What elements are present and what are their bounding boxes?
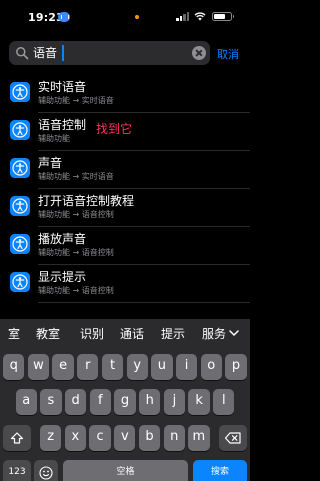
accessibility-icon xyxy=(10,196,30,216)
result-subtitle: 辅助功能 → 实时语音 xyxy=(38,172,114,181)
cancel-button[interactable]: 取消 xyxy=(217,46,239,62)
result-title: 打开语音控制教程 xyxy=(38,194,135,208)
result-title: 语音控制 xyxy=(38,118,87,132)
backspace-icon xyxy=(224,432,241,444)
result-item[interactable]: 显示提示辅助功能 → 语音控制 xyxy=(0,265,250,303)
result-subtitle: 辅助功能 → 实时语音 xyxy=(38,96,114,105)
key-r[interactable]: r xyxy=(77,354,99,380)
accessibility-icon xyxy=(10,272,30,292)
battery-icon xyxy=(212,12,234,21)
accessibility-icon xyxy=(10,234,30,254)
privacy-indicator-dot xyxy=(135,15,139,19)
result-item[interactable]: 播放声音辅助功能 → 语音控制 xyxy=(0,227,250,265)
key-v[interactable]: v xyxy=(114,425,136,451)
numbers-key[interactable]: 123 xyxy=(3,460,31,481)
key-c[interactable]: c xyxy=(89,425,111,451)
delete-key[interactable] xyxy=(219,425,247,451)
key-j[interactable]: j xyxy=(163,389,186,415)
result-title: 实时语音 xyxy=(38,80,87,94)
cellular-signal-icon xyxy=(176,12,190,21)
emoji-key[interactable] xyxy=(34,460,58,481)
search-key[interactable]: 搜索 xyxy=(193,460,247,481)
suggestion-item[interactable]: 通话 xyxy=(120,326,144,342)
key-q[interactable]: q xyxy=(3,354,25,380)
key-b[interactable]: b xyxy=(138,425,161,451)
key-g[interactable]: g xyxy=(114,389,136,415)
key-u[interactable]: u xyxy=(151,354,173,380)
suggestion-item[interactable]: 提示 xyxy=(161,326,185,342)
suggestion-bar: 服务 提示 通话 识别 教室室 xyxy=(0,319,250,350)
suggestion-item[interactable]: 服务 xyxy=(202,326,226,342)
suggestion-item[interactable]: 识别 xyxy=(80,326,104,342)
result-item[interactable]: 声音辅助功能 → 实时语音 xyxy=(0,151,250,189)
keyboard: 服务 提示 通话 识别 教室室 q w e r t y u i o p a s d f g h j k l z x c v b n m 12… xyxy=(0,319,250,481)
battery-fill xyxy=(214,14,226,19)
key-z[interactable]: z xyxy=(40,425,62,451)
divider xyxy=(38,302,250,303)
chevron-down-icon[interactable] xyxy=(229,328,239,338)
result-item[interactable]: 实时语音辅助功能 → 实时语音 xyxy=(0,75,250,113)
key-p[interactable]: p xyxy=(225,354,247,380)
result-title: 播放声音 xyxy=(38,232,87,246)
key-x[interactable]: x xyxy=(64,425,87,451)
shift-key[interactable] xyxy=(3,425,31,451)
search-query: 语音 xyxy=(33,46,58,60)
wifi-icon xyxy=(194,12,206,21)
accessibility-icon xyxy=(10,158,30,178)
result-subtitle: 辅助功能 → 语音控制 xyxy=(38,286,114,295)
status-bar: 19:23 xyxy=(0,0,250,34)
key-i[interactable]: i xyxy=(175,354,198,380)
search-input[interactable]: 语音 xyxy=(9,41,210,65)
key-y[interactable]: y xyxy=(126,354,148,380)
accessibility-icon xyxy=(10,120,30,140)
search-icon xyxy=(16,47,29,60)
key-s[interactable]: s xyxy=(40,389,62,415)
key-w[interactable]: w xyxy=(27,354,50,380)
space-key[interactable]: 空格 xyxy=(63,460,188,481)
result-title: 显示提示 xyxy=(38,270,87,284)
key-a[interactable]: a xyxy=(15,389,37,415)
key-h[interactable]: h xyxy=(139,389,161,415)
key-m[interactable]: m xyxy=(188,425,210,451)
live-activity-icon xyxy=(58,12,70,22)
suggestion-item[interactable]: 教室 xyxy=(36,326,60,342)
result-title: 声音 xyxy=(38,156,63,170)
result-item[interactable]: 打开语音控制教程辅助功能 → 语音控制 xyxy=(0,189,250,227)
emoji-icon xyxy=(39,466,53,480)
clear-icon[interactable] xyxy=(192,46,206,60)
accessibility-icon xyxy=(10,82,30,102)
text-caret xyxy=(62,45,64,61)
key-k[interactable]: k xyxy=(188,389,210,415)
key-t[interactable]: t xyxy=(101,354,124,380)
annotation-label: 找到它 xyxy=(96,122,133,136)
key-o[interactable]: o xyxy=(200,354,222,380)
key-n[interactable]: n xyxy=(163,425,185,451)
result-subtitle: 辅助功能 → 语音控制 xyxy=(38,248,114,257)
result-subtitle: 辅助功能 xyxy=(38,134,70,143)
key-f[interactable]: f xyxy=(89,389,111,415)
results-list: 实时语音 辅助功能 → 实时语音 语音控制 辅助功能 声音 辅助功能 → 实时语音 打开语音… xyxy=(0,75,250,303)
result-subtitle: 辅助功能 → 语音控制 xyxy=(38,210,114,219)
suggestion-item[interactable]: 室 xyxy=(8,326,20,342)
shift-icon xyxy=(10,432,24,444)
key-e[interactable]: e xyxy=(52,354,74,380)
key-d[interactable]: d xyxy=(64,389,87,415)
key-l[interactable]: l xyxy=(213,389,235,415)
